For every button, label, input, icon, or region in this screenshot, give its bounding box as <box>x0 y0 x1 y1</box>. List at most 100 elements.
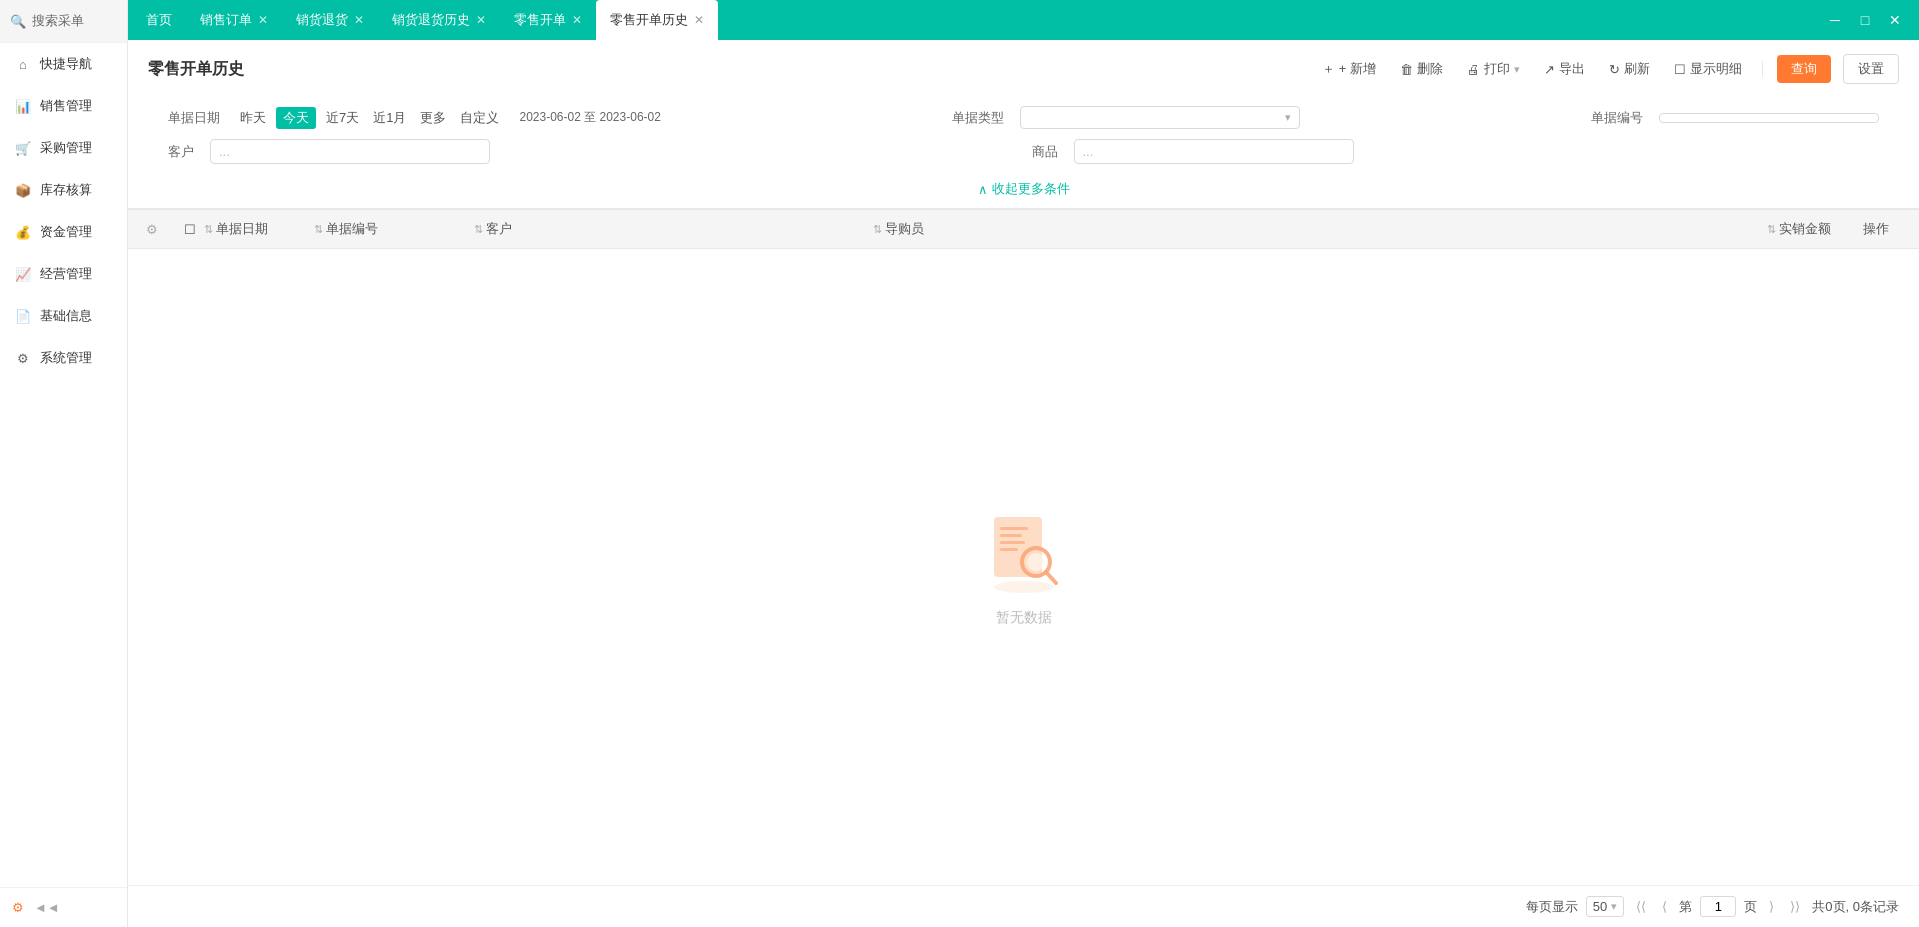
print-button[interactable]: 🖨 打印 ▾ <box>1461 56 1526 82</box>
filter-row-1: 单据日期 昨天 今天 近7天 近1月 更多 自定义 2023-06-02 至 2… <box>168 106 1879 129</box>
minimize-button[interactable]: ─ <box>1825 10 1845 30</box>
date-yesterday[interactable]: 昨天 <box>236 107 270 129</box>
page-header: 零售开单历史 ＋ + 新增 🗑 删除 🖨 打印 ▾ <box>128 40 1919 209</box>
num-filter-label: 单据编号 <box>1591 109 1643 127</box>
col-guide-label: 导购员 <box>885 220 924 238</box>
tab-home-label: 首页 <box>146 11 172 29</box>
empty-state: 暂无数据 <box>128 249 1919 885</box>
tab-sales-return-close[interactable]: ✕ <box>354 14 364 26</box>
close-button[interactable]: ✕ <box>1885 10 1905 30</box>
customer-filter-input[interactable]: ... <box>210 139 490 164</box>
settings-button[interactable]: 设置 <box>1843 54 1899 84</box>
delete-icon: 🗑 <box>1400 62 1413 77</box>
total-text: 共0页, 0条记录 <box>1812 898 1899 916</box>
delete-label: 删除 <box>1417 60 1443 78</box>
money-icon: 💰 <box>14 223 32 241</box>
date-filter-label: 单据日期 <box>168 109 220 127</box>
sidebar-search[interactable]: 🔍 搜索采单 <box>0 0 127 43</box>
date-1month[interactable]: 近1月 <box>369 107 410 129</box>
col-date[interactable]: ⇅ 单据日期 <box>194 220 304 238</box>
sort-icon: ⇅ <box>873 223 882 236</box>
col-amount[interactable]: ⇅ 实销金额 <box>1741 220 1841 238</box>
col-actions: 操作 <box>1841 220 1911 238</box>
type-filter-select[interactable]: ▾ <box>1020 106 1300 129</box>
sidebar-item-label: 基础信息 <box>40 307 92 325</box>
page-number-input[interactable] <box>1700 896 1736 917</box>
num-filter-input[interactable] <box>1659 113 1879 123</box>
tab-retail-open-history-close[interactable]: ✕ <box>694 14 704 26</box>
sidebar-bottom: ⚙ ◄◄ <box>0 887 127 927</box>
sidebar-item-label: 快捷导航 <box>40 55 92 73</box>
sidebar-search-label: 搜索采单 <box>32 12 84 30</box>
sidebar-item-system[interactable]: ⚙ 系统管理 <box>0 337 127 379</box>
date-range-value: 2023-06-02 至 2023-06-02 <box>519 109 660 126</box>
display-button[interactable]: ☐ 显示明细 <box>1668 56 1748 82</box>
export-label: 导出 <box>1559 60 1585 78</box>
svg-rect-5 <box>1000 548 1018 551</box>
page-label: 页 <box>1744 898 1757 916</box>
chevron-down-icon: ▾ <box>1285 111 1291 124</box>
svg-line-8 <box>1046 572 1056 583</box>
main-area: 首页 销售订单 ✕ 销货退货 ✕ 销货退货历史 ✕ 零售开单 ✕ 零售开单历史 … <box>128 0 1919 927</box>
sidebar-item-operations[interactable]: 📈 经营管理 <box>0 253 127 295</box>
sidebar-item-inventory[interactable]: 📦 库存核算 <box>0 169 127 211</box>
chart-icon: 📊 <box>14 97 32 115</box>
refresh-label: 刷新 <box>1624 60 1650 78</box>
sort-icon: ⇅ <box>314 223 323 236</box>
collapse-sidebar-button[interactable]: ◄◄ <box>34 900 60 915</box>
sidebar-item-purchase-mgmt[interactable]: 🛒 采购管理 <box>0 127 127 169</box>
export-icon: ↗ <box>1544 62 1555 77</box>
tab-retail-open-close[interactable]: ✕ <box>572 14 582 26</box>
tab-sales-return-history-close[interactable]: ✕ <box>476 14 486 26</box>
col-guide[interactable]: ⇅ 导购员 <box>863 220 963 238</box>
sort-icon: ⇅ <box>1767 223 1776 236</box>
goods-filter-input[interactable]: ... <box>1074 139 1354 164</box>
settings-gear-button[interactable]: ⚙ <box>12 900 24 915</box>
sort-icon: ⇅ <box>204 223 213 236</box>
date-today[interactable]: 今天 <box>276 107 316 129</box>
add-button[interactable]: ＋ + 新增 <box>1316 56 1382 82</box>
tab-retail-open[interactable]: 零售开单 ✕ <box>500 0 596 40</box>
content-area: 零售开单历史 ＋ + 新增 🗑 删除 🖨 打印 ▾ <box>128 40 1919 927</box>
tab-sales-return-history[interactable]: 销货退货历史 ✕ <box>378 0 500 40</box>
first-page-button[interactable]: ⟨⟨ <box>1632 897 1650 916</box>
query-button[interactable]: 查询 <box>1777 55 1831 83</box>
date-custom[interactable]: 自定义 <box>456 107 503 129</box>
col-date-label: 单据日期 <box>216 220 268 238</box>
next-page-button[interactable]: ⟩ <box>1765 897 1778 916</box>
sidebar-item-finance[interactable]: 💰 资金管理 <box>0 211 127 253</box>
col-num[interactable]: ⇅ 单据编号 <box>304 220 464 238</box>
box-icon: 📦 <box>14 181 32 199</box>
sidebar-item-quick-nav[interactable]: ⌂ 快捷导航 <box>0 43 127 85</box>
tab-sales-return[interactable]: 销货退货 ✕ <box>282 0 378 40</box>
goods-placeholder: ... <box>1083 144 1094 159</box>
maximize-button[interactable]: □ <box>1855 10 1875 30</box>
per-page-value: 50 <box>1593 899 1607 914</box>
sidebar-item-sales-mgmt[interactable]: 📊 销售管理 <box>0 85 127 127</box>
customer-placeholder: ... <box>219 144 230 159</box>
last-page-button[interactable]: ⟩⟩ <box>1786 897 1804 916</box>
print-label: 打印 <box>1484 60 1510 78</box>
collapse-label: 收起更多条件 <box>992 180 1070 198</box>
prev-page-button[interactable]: ⟨ <box>1658 897 1671 916</box>
tab-sales-order-close[interactable]: ✕ <box>258 14 268 26</box>
page-label-before: 第 <box>1679 898 1692 916</box>
col-customer[interactable]: ⇅ 客户 <box>464 220 863 238</box>
tab-sales-order[interactable]: 销售订单 ✕ <box>186 0 282 40</box>
date-7days[interactable]: 近7天 <box>322 107 363 129</box>
tab-retail-open-history[interactable]: 零售开单历史 ✕ <box>596 0 718 40</box>
export-button[interactable]: ↗ 导出 <box>1538 56 1591 82</box>
refresh-button[interactable]: ↻ 刷新 <box>1603 56 1656 82</box>
select-all-checkbox[interactable]: ☐ <box>174 222 194 237</box>
col-customer-label: 客户 <box>486 220 512 238</box>
sidebar-item-label: 库存核算 <box>40 181 92 199</box>
column-settings-icon[interactable]: ⚙ <box>136 222 168 237</box>
collapse-bar[interactable]: ∧ 收起更多条件 <box>168 174 1879 208</box>
sidebar-item-basic-info[interactable]: 📄 基础信息 <box>0 295 127 337</box>
date-more[interactable]: 更多 <box>416 107 450 129</box>
tab-home[interactable]: 首页 <box>132 0 186 40</box>
per-page-select[interactable]: 50 ▾ <box>1586 896 1624 917</box>
delete-button[interactable]: 🗑 删除 <box>1394 56 1449 82</box>
toolbar-divider <box>1762 61 1763 77</box>
svg-rect-4 <box>1000 541 1025 544</box>
